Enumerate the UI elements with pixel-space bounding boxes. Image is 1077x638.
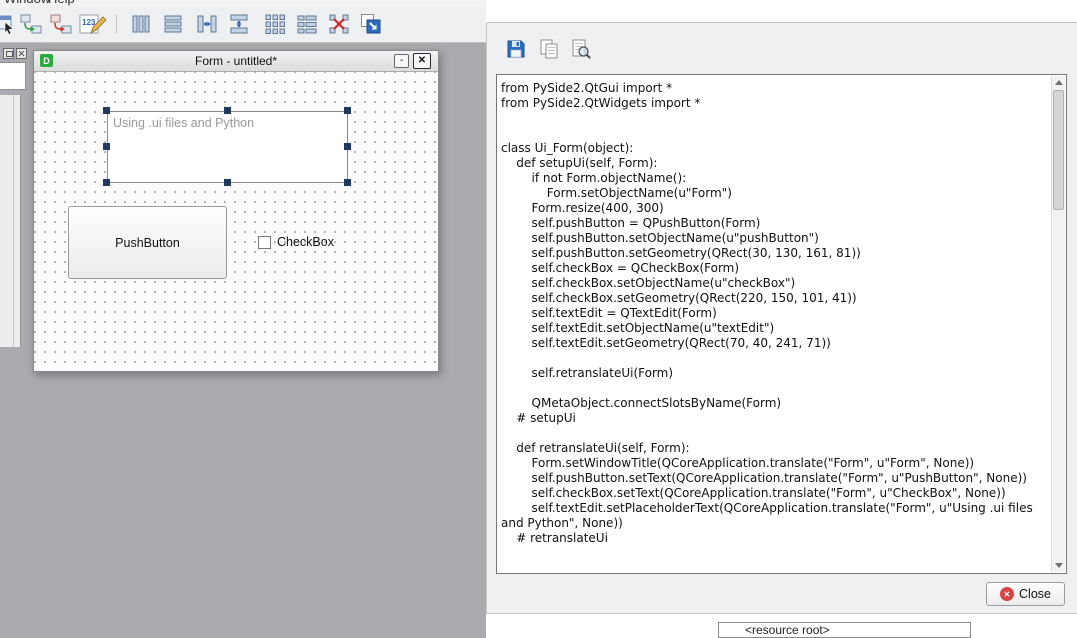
edit-widgets-button[interactable] [0, 11, 17, 37]
selection-handle-bottom-middle[interactable] [224, 179, 231, 186]
form-window-title: Form - untitled* [195, 54, 277, 68]
checkbox-label: CheckBox [277, 235, 334, 249]
splitter-vertical-icon [227, 12, 251, 36]
layout-horizontal-icon [129, 12, 153, 36]
pushbutton-widget[interactable]: PushButton [68, 206, 227, 279]
layout-form-button[interactable] [294, 11, 320, 37]
copy-all-button[interactable] [536, 36, 562, 62]
form-close-button[interactable]: ✕ [413, 53, 431, 69]
adjust-size-button[interactable] [358, 11, 384, 37]
edit-signals-slots-icon [19, 12, 43, 36]
scrollbar-thumb[interactable] [1053, 90, 1064, 210]
edit-buddies-icon [49, 12, 73, 36]
form-minimize-button[interactable]: - [394, 54, 409, 68]
resource-root-item[interactable]: <resource root> [745, 623, 830, 637]
selection-handle-bottom-right[interactable] [344, 179, 351, 186]
break-layout-icon [327, 12, 351, 36]
adjust-size-icon [359, 12, 383, 36]
scrollbar-down-button[interactable] [1052, 559, 1065, 572]
layout-grid-button[interactable] [262, 11, 288, 37]
close-dialog-button[interactable]: ✕ Close [986, 582, 1065, 606]
mdi-workspace: D Form - untitled* - ✕ Using .ui files a… [0, 43, 486, 638]
selection-handle-top-middle[interactable] [224, 107, 231, 114]
close-red-icon: ✕ [1000, 587, 1014, 601]
dock-close-button[interactable] [16, 48, 27, 59]
break-layout-button[interactable] [326, 11, 352, 37]
menu-bar: Window Help [0, 0, 485, 7]
splitter-horizontal-icon [195, 12, 219, 36]
find-icon [569, 37, 593, 61]
menu-item-help[interactable]: Help [48, 0, 75, 6]
dock-float-button[interactable] [3, 48, 14, 59]
form-window-titlebar[interactable]: D Form - untitled* - ✕ [34, 51, 438, 72]
find-in-code-button[interactable] [568, 36, 594, 62]
selection-handle-top-left[interactable] [103, 107, 110, 114]
main-toolbar: 123 [0, 7, 486, 43]
save-code-button[interactable] [503, 36, 529, 62]
layout-vertical-button[interactable] [160, 11, 186, 37]
arrow-up-icon [1055, 80, 1063, 85]
code-text-area[interactable]: from PySide2.QtGui import * from PySide2… [496, 74, 1067, 574]
edit-signals-slots-button[interactable] [18, 11, 44, 37]
toolbar-separator [116, 14, 117, 34]
scrollbar-up-button[interactable] [1052, 76, 1065, 89]
layout-grid-icon [263, 12, 287, 36]
menu-item-window[interactable]: Window [4, 0, 50, 6]
form-editor-window: D Form - untitled* - ✕ Using .ui files a… [33, 50, 439, 372]
edit-tab-order-button[interactable]: 123 [78, 11, 108, 37]
checkbox-box[interactable] [258, 236, 271, 249]
selection-handle-left-middle[interactable] [103, 143, 110, 150]
code-text: from PySide2.QtGui import * from PySide2… [497, 75, 1066, 546]
edit-tab-order-icon: 123 [78, 12, 108, 36]
resource-browser-panel: <resource root> [718, 622, 971, 638]
checkbox-widget[interactable]: CheckBox [258, 235, 334, 249]
edit-buddies-button[interactable] [48, 11, 74, 37]
layout-form-icon [295, 12, 319, 36]
splitter-horizontal-button[interactable] [194, 11, 220, 37]
designer-form-icon: D [40, 54, 53, 67]
code-vertical-scrollbar[interactable] [1051, 76, 1065, 572]
selection-handle-bottom-left[interactable] [103, 179, 110, 186]
splitter-vertical-button[interactable] [226, 11, 252, 37]
widgetbox-scrollbar[interactable] [0, 95, 21, 347]
textedit-placeholder: Using .ui files and Python [108, 112, 347, 134]
selection-handle-top-right[interactable] [344, 107, 351, 114]
edit-widgets-icon [0, 12, 16, 36]
widgetbox-filter-input[interactable] [0, 62, 26, 90]
save-icon [504, 37, 528, 61]
qt-designer-screen: Window Help [0, 0, 1077, 638]
textedit-widget[interactable]: Using .ui files and Python [107, 111, 348, 183]
python-code-viewer-dialog: from PySide2.QtGui import * from PySide2… [486, 22, 1077, 614]
layout-vertical-icon [161, 12, 185, 36]
layout-horizontal-button[interactable] [128, 11, 154, 37]
close-button-label: Close [1019, 587, 1051, 601]
selection-handle-right-middle[interactable] [344, 143, 351, 150]
copy-icon [537, 37, 561, 61]
arrow-down-icon [1055, 563, 1063, 568]
